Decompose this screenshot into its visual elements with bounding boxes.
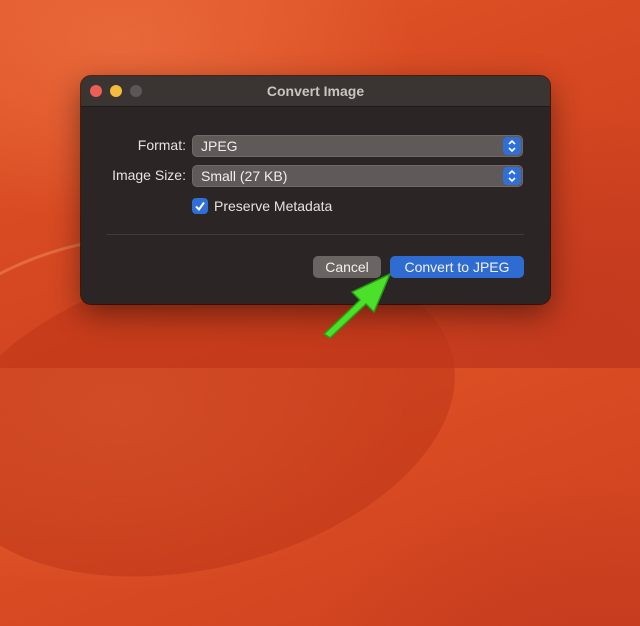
preserve-metadata-checkbox[interactable] [192,198,208,214]
format-popup[interactable]: JPEG [192,135,523,157]
stepper-icon [503,167,521,185]
titlebar: Convert Image [81,76,550,107]
format-label: Format: [137,137,186,153]
format-value: JPEG [201,138,238,154]
preserve-metadata-label[interactable]: Preserve Metadata [214,198,332,214]
checkmark-icon [195,201,205,212]
pointer-arrow-icon [323,273,391,339]
convert-button[interactable]: Convert to JPEG [390,256,524,278]
dialog-title: Convert Image [266,83,365,99]
divider [107,234,524,235]
image-size-label: Image Size: [112,167,186,183]
stepper-icon [503,137,521,155]
image-size-popup[interactable]: Small (27 KB) [192,165,523,187]
image-size-value: Small (27 KB) [201,168,288,184]
